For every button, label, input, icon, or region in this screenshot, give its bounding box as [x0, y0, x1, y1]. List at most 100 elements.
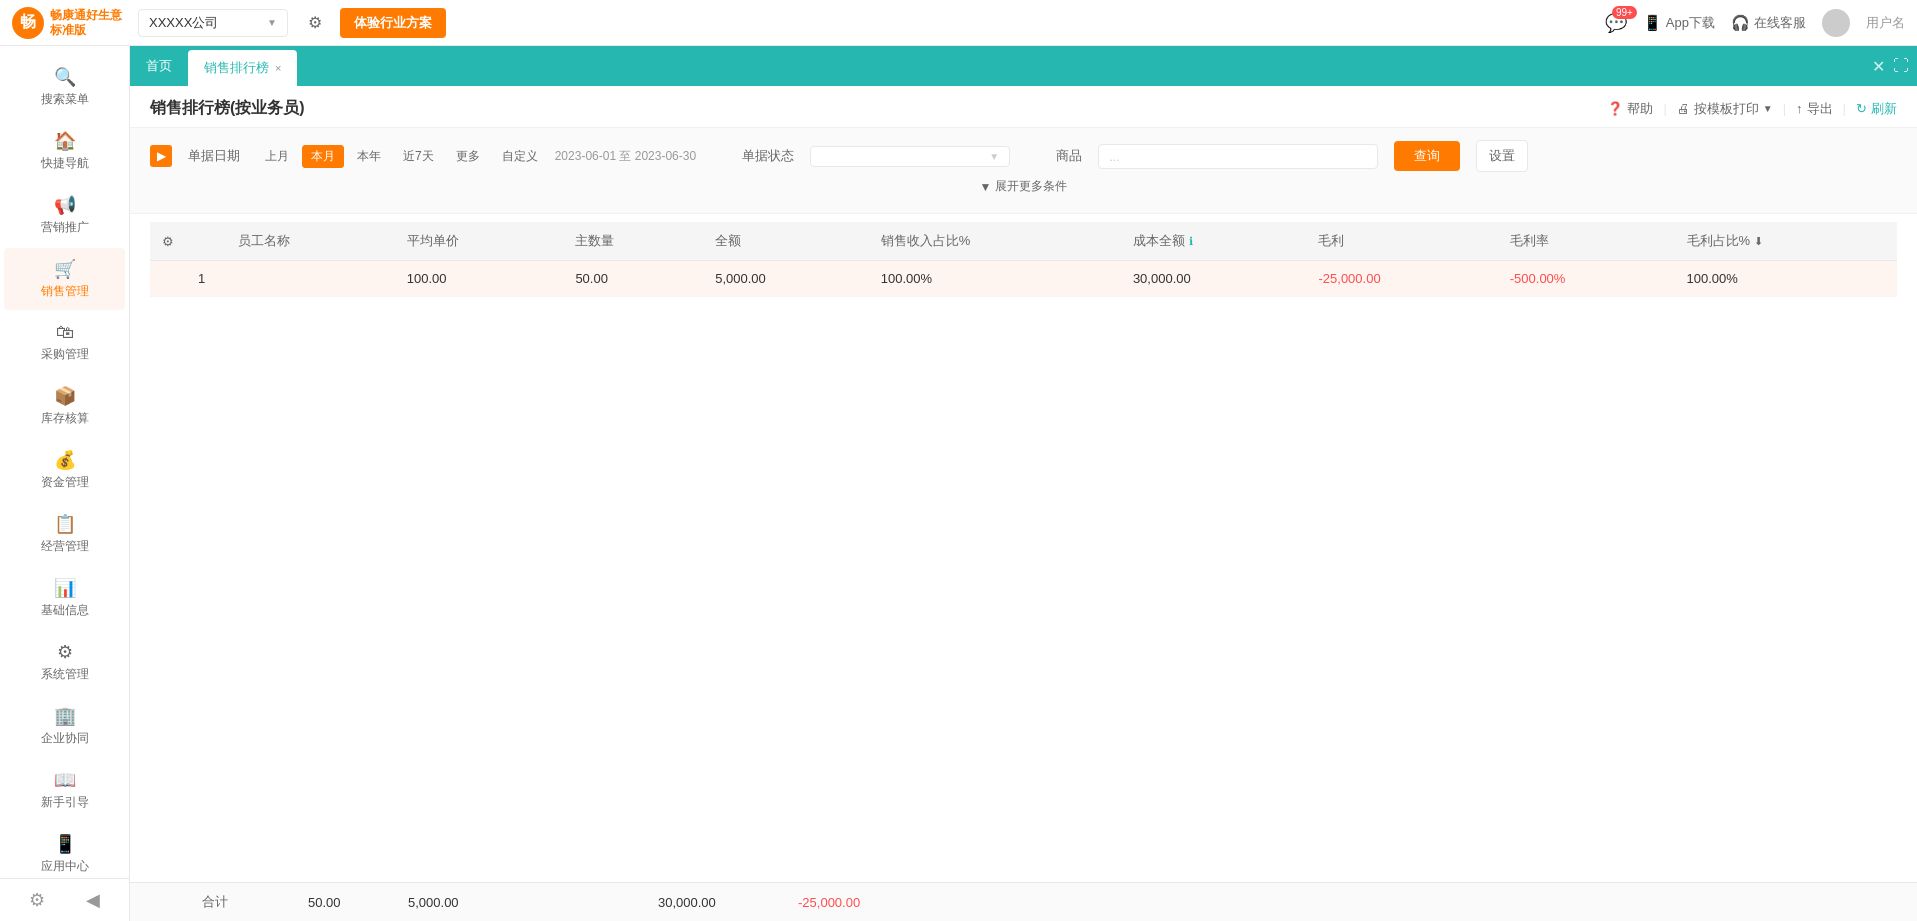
sidebar-item-guide[interactable]: 📖 新手引导	[4, 759, 125, 821]
column-settings-button[interactable]: 设置	[1476, 140, 1528, 172]
row-settings	[150, 261, 186, 297]
purchase-icon: 🛍	[56, 322, 74, 343]
sidebar-item-label: 系统管理	[41, 666, 89, 683]
table-container: ⚙ 员工名称 平均单价 主数量 全额 销售收入占比% 成本全额 ℹ 毛利 毛利率	[130, 214, 1917, 882]
top-bar: 畅 畅康通好生意 标准版 XXXXX公司 ▼ ⚙ 体验行业方案 💬 99+ 📱 …	[0, 0, 1917, 46]
sidebar-item-quicknav[interactable]: 🏠 快捷导航	[4, 120, 125, 182]
page-content: 销售排行榜(按业务员) ❓ 帮助 | 🖨 按模板打印 ▼ |	[130, 86, 1917, 921]
tab-maximize-button[interactable]: ⛶	[1893, 57, 1909, 75]
goods-label: 商品	[1056, 147, 1082, 165]
goods-input-placeholder: ...	[1109, 149, 1367, 164]
sidebar-item-basics[interactable]: 📊 基础信息	[4, 567, 125, 629]
col-sales-pct: 销售收入占比%	[869, 222, 1121, 261]
sidebar-item-label: 销售管理	[41, 283, 89, 300]
sidebar-item-finance[interactable]: 💰 资金管理	[4, 439, 125, 501]
row-cost: 30,000.00	[1121, 261, 1307, 297]
status-label: 单据状态	[742, 147, 794, 165]
sidebar-collapse-button[interactable]: ◀	[86, 889, 100, 911]
sidebar-item-system[interactable]: ⚙ 系统管理	[4, 631, 125, 693]
print-dropdown-arrow: ▼	[1763, 103, 1773, 114]
home-icon: 🏠	[54, 130, 76, 152]
notification-badge: 99+	[1612, 6, 1637, 19]
filter-toggle-arrow[interactable]: ▶	[150, 145, 172, 167]
row-profit-pct: 100.00%	[1675, 261, 1897, 297]
settings-gear-button[interactable]: ⚙	[300, 8, 330, 38]
expand-row: ▼ 展开更多条件	[150, 172, 1897, 201]
sidebar-item-label: 应用中心	[41, 858, 89, 875]
trial-button[interactable]: 体验行业方案	[340, 8, 446, 38]
col-avg-price: 平均单价	[395, 222, 564, 261]
online-service-link[interactable]: 🎧 在线客服	[1731, 14, 1806, 32]
date-pill-last-month[interactable]: 上月	[256, 145, 298, 168]
row-sales-pct: 100.00%	[869, 261, 1121, 297]
tab-close-icon[interactable]: ×	[275, 62, 281, 74]
marketing-icon: 📢	[54, 194, 76, 216]
row-amount: 5,000.00	[703, 261, 869, 297]
sidebar-item-label: 基础信息	[41, 602, 89, 619]
tab-bar: 首页 销售排行榜 × ✕ ⛶	[130, 46, 1917, 86]
user-avatar[interactable]	[1822, 9, 1850, 37]
row-quantity: 50.00	[563, 261, 703, 297]
basics-icon: 📊	[54, 577, 76, 599]
sidebar-bottom: ⚙ ◀	[0, 878, 129, 921]
sidebar-item-search[interactable]: 🔍 搜索菜单	[4, 56, 125, 118]
top-right-area: 💬 99+ 📱 App下载 🎧 在线客服 用户名	[1605, 9, 1905, 37]
print-icon: 🖨	[1677, 101, 1690, 116]
template-print-button[interactable]: 🖨 按模板打印 ▼	[1677, 100, 1773, 118]
sidebar-item-sales[interactable]: 🛒 销售管理	[4, 248, 125, 310]
sidebar-settings-button[interactable]: ⚙	[29, 889, 45, 911]
col-rank	[186, 222, 226, 261]
company-selector[interactable]: XXXXX公司 ▼	[138, 9, 288, 37]
filter-row-1: ▶ 单据日期 上月 本月 本年 近7天 更多 自定义 2023-06-01 至 …	[150, 140, 1897, 172]
tab-home[interactable]: 首页	[130, 46, 188, 86]
sidebar-item-enterprise[interactable]: 🏢 企业协同	[4, 695, 125, 757]
sidebar-item-apps[interactable]: 📱 应用中心	[4, 823, 125, 878]
row-employee-name	[226, 261, 395, 297]
profit-sort-icon[interactable]: ⬇	[1754, 235, 1763, 247]
help-button[interactable]: ❓ 帮助	[1607, 100, 1653, 118]
sales-icon: 🛒	[54, 258, 76, 280]
notification-button[interactable]: 💬 99+	[1605, 12, 1627, 34]
sidebar-item-label: 营销推广	[41, 219, 89, 236]
tab-close-button[interactable]: ✕	[1872, 57, 1885, 76]
goods-input[interactable]: ...	[1098, 144, 1378, 169]
date-pill-custom[interactable]: 自定义	[493, 145, 547, 168]
cost-info-icon[interactable]: ℹ	[1189, 235, 1193, 247]
col-settings[interactable]: ⚙	[150, 222, 186, 261]
sidebar-menu: 🔍 搜索菜单 🏠 快捷导航 📢 营销推广 🛒 销售管理 🛍 采购管	[0, 46, 129, 878]
query-button[interactable]: 查询	[1394, 141, 1460, 171]
col-profit: 毛利	[1306, 222, 1497, 261]
sidebar-item-marketing[interactable]: 📢 营销推广	[4, 184, 125, 246]
app-download-link[interactable]: 📱 App下载	[1643, 14, 1715, 32]
expand-conditions-button[interactable]: ▼ 展开更多条件	[980, 178, 1068, 195]
system-icon: ⚙	[57, 641, 73, 663]
row-avg-price: 100.00	[395, 261, 564, 297]
refresh-button[interactable]: ↻ 刷新	[1856, 100, 1897, 118]
table-row[interactable]: 1 100.00 50.00 5,000.00 100.00% 30,000.0…	[150, 261, 1897, 297]
guide-icon: 📖	[54, 769, 76, 791]
content-area: 首页 销售排行榜 × ✕ ⛶ 销售排行榜(按业务员)	[130, 46, 1917, 921]
date-pills: 上月 本月 本年 近7天 更多 自定义 2023-06-01 至 2023-06…	[256, 145, 696, 168]
sidebar-item-purchase[interactable]: 🛍 采购管理	[4, 312, 125, 373]
date-pill-7days[interactable]: 近7天	[394, 145, 443, 168]
tab-home-label: 首页	[146, 57, 172, 75]
page-header: 销售排行榜(按业务员) ❓ 帮助 | 🖨 按模板打印 ▼ |	[130, 86, 1917, 128]
date-pill-more[interactable]: 更多	[447, 145, 489, 168]
logo-area: 畅 畅康通好生意 标准版	[12, 7, 122, 39]
refresh-icon: ↻	[1856, 101, 1867, 116]
help-icon: ❓	[1607, 101, 1623, 116]
col-amount: 全额	[703, 222, 869, 261]
table-footer: 合计 50.00 5,000.00 30,000.00 -25,000.00	[130, 882, 1917, 921]
sidebar-item-inventory[interactable]: 📦 库存核算	[4, 375, 125, 437]
sidebar-item-label: 库存核算	[41, 410, 89, 427]
ranking-table: ⚙ 员工名称 平均单价 主数量 全额 销售收入占比% 成本全额 ℹ 毛利 毛利率	[150, 222, 1897, 297]
tab-sales-ranking[interactable]: 销售排行榜 ×	[188, 50, 297, 86]
footer-quantity: 50.00	[308, 895, 388, 910]
date-pill-this-month[interactable]: 本月	[302, 145, 344, 168]
date-pill-this-year[interactable]: 本年	[348, 145, 390, 168]
export-button[interactable]: ↑ 导出	[1796, 100, 1833, 118]
sidebar-item-label: 搜索菜单	[41, 91, 89, 108]
sidebar-item-operations[interactable]: 📋 经营管理	[4, 503, 125, 565]
status-select[interactable]: ▼	[810, 146, 1010, 167]
row-margin: -500.00%	[1498, 261, 1675, 297]
